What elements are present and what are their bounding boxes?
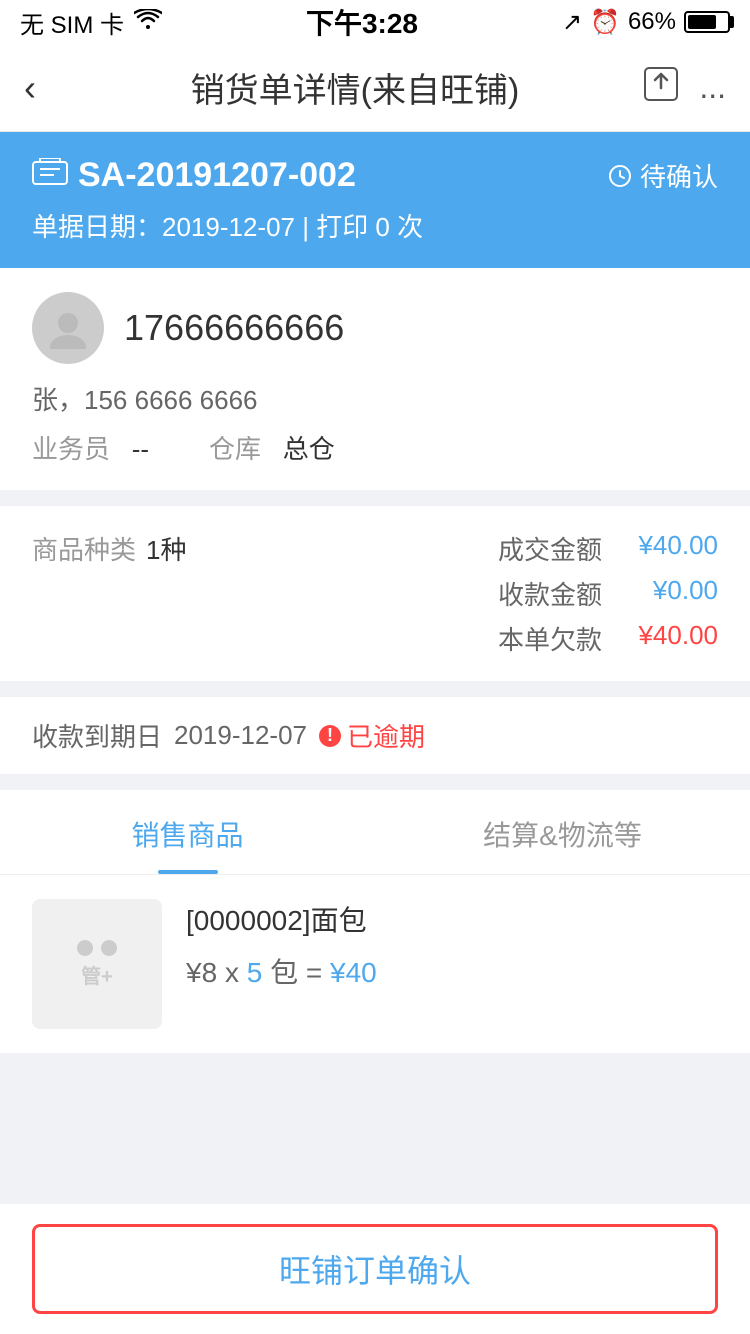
overdue-dot-icon: !	[319, 725, 341, 747]
nav-actions: ...	[626, 66, 726, 110]
due-date-label: 收款到期日	[32, 717, 162, 754]
customer-meta: 业务员 -- 仓库 总仓	[32, 429, 718, 466]
bottom-button-container: 旺铺订单确认	[0, 1204, 750, 1334]
product-price: ¥8 x 5 包 = ¥40	[186, 951, 718, 991]
location-icon: ↗	[562, 8, 582, 37]
customer-row: 17666666666	[32, 292, 718, 364]
tab-sales-product[interactable]: 销售商品	[0, 790, 375, 874]
order-status: 待确认	[608, 157, 718, 194]
product-name: [0000002]面包	[186, 899, 718, 939]
avatar	[32, 292, 104, 364]
status-time: 下午3:28	[306, 2, 418, 42]
order-header-top: SA-20191207-002 待确认	[32, 156, 718, 195]
status-left: 无 SIM 卡	[20, 5, 162, 40]
warehouse-label: 仓库 总仓	[209, 429, 335, 466]
order-icon	[32, 156, 68, 195]
order-id: SA-20191207-002	[32, 156, 356, 195]
product-list: 管+ [0000002]面包 ¥8 x 5 包 = ¥40	[0, 875, 750, 1053]
summary-card: 商品种类 1种 成交金额 ¥40.00 收款金额 ¥0.00 本单欠款 ¥40.…	[0, 506, 750, 681]
tabs: 销售商品 结算&物流等	[0, 790, 750, 875]
product-total: ¥40	[330, 957, 377, 988]
customer-name: 张，156 6666 6666	[32, 380, 718, 417]
summary-row: 商品种类 1种 成交金额 ¥40.00 收款金额 ¥0.00 本单欠款 ¥40.…	[32, 530, 718, 657]
product-info: [0000002]面包 ¥8 x 5 包 = ¥40	[186, 899, 718, 991]
wifi-icon	[134, 8, 162, 36]
status-right: ↗ ⏰ 66%	[562, 8, 730, 37]
overdue-badge: ! 已逾期	[319, 717, 425, 754]
page-title: 销货单详情(来自旺铺)	[84, 63, 626, 112]
received-amount: 收款金额 ¥0.00	[498, 575, 718, 612]
deal-amount: 成交金额 ¥40.00	[498, 530, 718, 567]
carrier-text: 无 SIM 卡	[20, 5, 124, 40]
order-status-text: 待确认	[640, 157, 718, 194]
warehouse-value: 总仓	[283, 434, 335, 464]
customer-phone: 17666666666	[124, 307, 344, 349]
confirm-button-label: 旺铺订单确认	[279, 1246, 471, 1292]
amounts: 成交金额 ¥40.00 收款金额 ¥0.00 本单欠款 ¥40.00	[498, 530, 718, 657]
battery-icon	[684, 11, 730, 33]
due-date-card: 收款到期日 2019-12-07 ! 已逾期	[0, 697, 750, 774]
share-button[interactable]	[643, 66, 679, 110]
quantity: 5	[247, 957, 263, 988]
tab-settlement[interactable]: 结算&物流等	[375, 790, 750, 874]
customer-card: 17666666666 张，156 6666 6666 业务员 -- 仓库 总仓	[0, 268, 750, 490]
owed-amount: 本单欠款 ¥40.00	[498, 620, 718, 657]
salesperson-value: --	[132, 434, 149, 464]
product-item: 管+ [0000002]面包 ¥8 x 5 包 = ¥40	[32, 899, 718, 1029]
back-button[interactable]: ‹	[24, 67, 84, 109]
more-button[interactable]: ...	[699, 69, 726, 106]
product-type: 商品种类 1种	[32, 530, 186, 567]
battery-text: 66%	[628, 8, 676, 36]
confirm-order-button[interactable]: 旺铺订单确认	[32, 1224, 718, 1314]
order-id-text: SA-20191207-002	[78, 156, 356, 195]
back-icon: ‹	[24, 67, 36, 109]
status-bar: 无 SIM 卡 下午3:28 ↗ ⏰ 66%	[0, 0, 750, 44]
order-date: 单据日期：2019-12-07 | 打印 0 次	[32, 207, 718, 244]
unit-price: ¥8	[186, 957, 217, 988]
product-thumbnail: 管+	[32, 899, 162, 1029]
overdue-text: 已逾期	[347, 717, 425, 754]
order-header: SA-20191207-002 待确认 单据日期：2019-12-07 | 打印…	[0, 132, 750, 268]
alarm-icon: ⏰	[590, 8, 620, 37]
salesperson-label: 业务员 --	[32, 429, 149, 466]
due-date-value: 2019-12-07	[174, 720, 307, 751]
nav-bar: ‹ 销货单详情(来自旺铺) ...	[0, 44, 750, 132]
